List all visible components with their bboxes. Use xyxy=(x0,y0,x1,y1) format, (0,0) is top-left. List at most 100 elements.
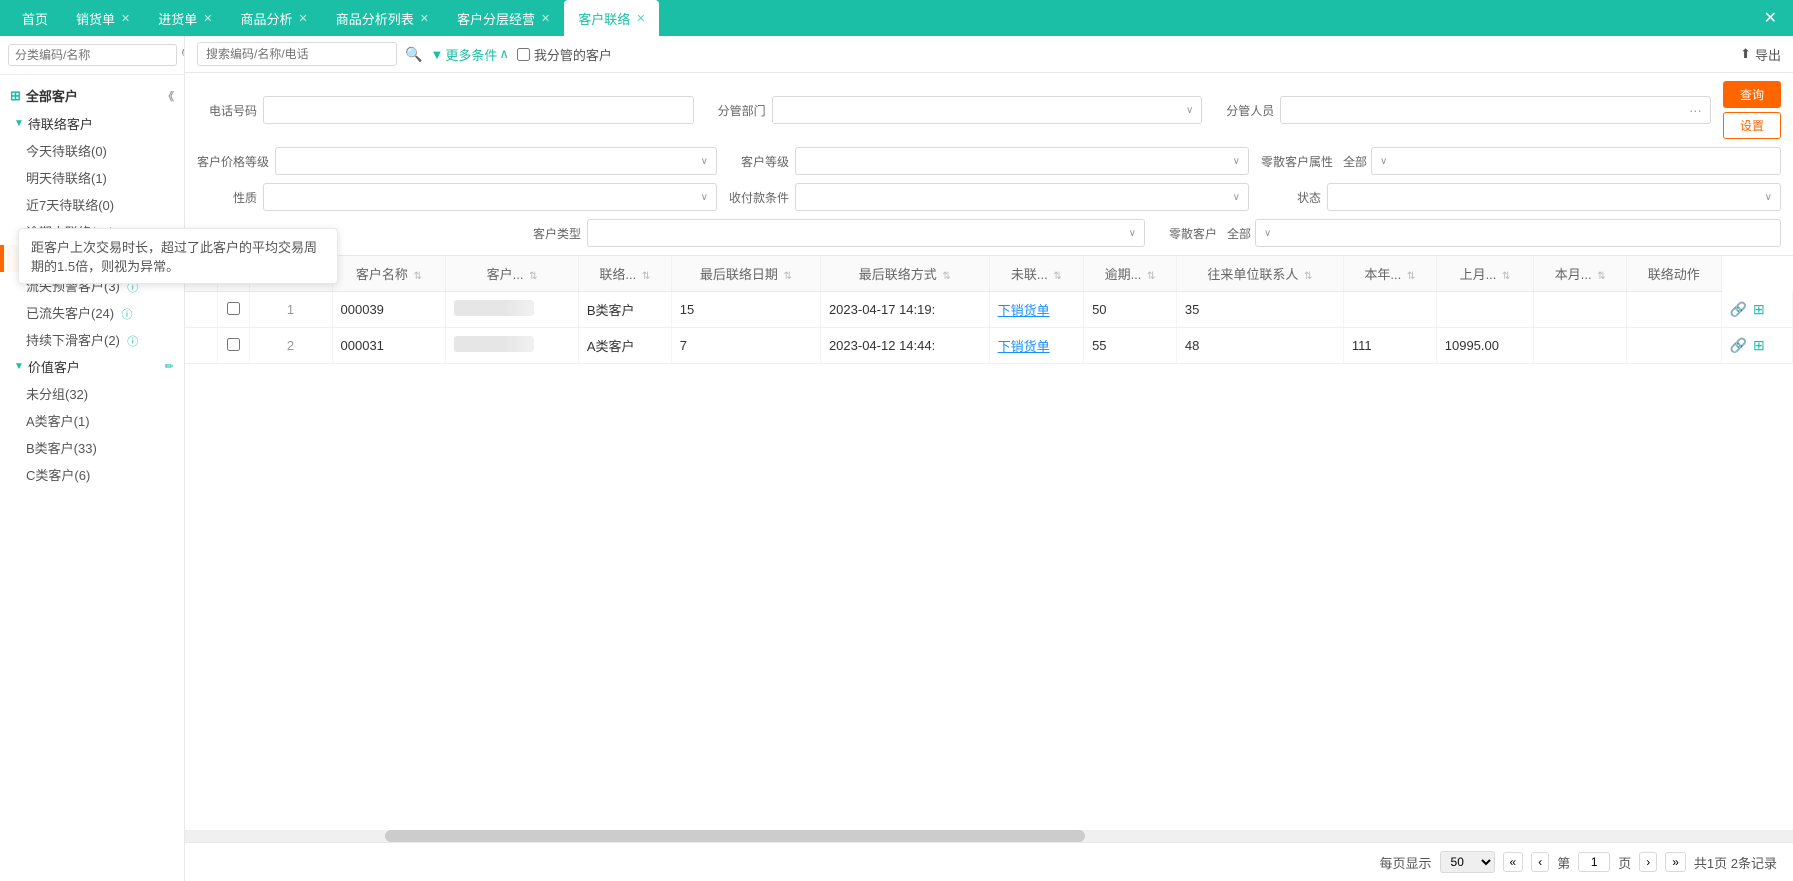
sort-icon-unlinked[interactable]: ⇅ xyxy=(1053,271,1061,282)
filter-customer-level: 客户等级 ∨ xyxy=(729,147,1249,175)
col-unlinked: 未联... ⇅ xyxy=(989,256,1083,292)
my-customers-checkbox-label[interactable]: 我分管的客户 xyxy=(517,45,612,64)
sidebar-item-declining[interactable]: 持续下滑客户(2) ⓘ xyxy=(0,326,184,353)
row1-last-method: 下销货单 xyxy=(989,292,1083,328)
sidebar-search-button[interactable]: 🔍 xyxy=(177,47,185,63)
filter-payment-select[interactable]: ∨ xyxy=(795,183,1249,211)
row1-name xyxy=(446,292,579,328)
nav-label-home: 首页 xyxy=(22,9,48,28)
sidebar-search-input[interactable] xyxy=(8,44,177,66)
filter-cuslevel-select[interactable]: ∨ xyxy=(795,147,1249,175)
nav-item-segment[interactable]: 客户分层经营 ✕ xyxy=(443,0,564,36)
prev-page-button[interactable]: ‹ xyxy=(1531,852,1549,872)
row2-year: 10995.00 xyxy=(1436,328,1533,364)
nav-close-contact[interactable]: ✕ xyxy=(636,12,645,25)
sidebar-item-b-class[interactable]: B类客户(33) xyxy=(0,434,184,461)
row1-method-link[interactable]: 下销货单 xyxy=(998,303,1050,318)
filter-price-label: 客户价格等级 xyxy=(197,153,269,170)
nav-close-segment[interactable]: ✕ xyxy=(541,12,550,25)
my-customers-checkbox[interactable] xyxy=(517,48,530,61)
filter-price-select[interactable]: ∨ xyxy=(275,147,717,175)
query-button[interactable]: 查询 xyxy=(1723,81,1781,108)
sidebar-value-section-label: 价值客户 xyxy=(28,357,80,376)
nav-item-sales[interactable]: 销货单 ✕ xyxy=(62,0,144,36)
sort-icon-tmonth[interactable]: ⇅ xyxy=(1597,271,1605,282)
row1-checkbox[interactable] xyxy=(217,292,249,328)
sidebar-section-value[interactable]: ▼ 价值客户 ✏ xyxy=(0,353,184,380)
scrollbar-thumb[interactable] xyxy=(385,830,1085,842)
total-pages-label: 页 xyxy=(1618,853,1631,872)
filter-status-label: 状态 xyxy=(1261,189,1321,206)
nav-item-analysis[interactable]: 商品分析 ✕ xyxy=(226,0,321,36)
filter-retail-cus-value: 全部 xyxy=(1227,225,1251,242)
row2-link-icon[interactable]: 🔗 xyxy=(1730,337,1747,354)
sort-icon-overdue[interactable]: ⇅ xyxy=(1147,271,1155,282)
sidebar-root-label: 全部客户 xyxy=(26,86,78,105)
filter-phone-input[interactable] xyxy=(263,96,694,124)
window-close-icon[interactable]: ✕ xyxy=(1764,8,1777,28)
sort-icon-method[interactable]: ⇅ xyxy=(942,271,950,282)
main-search-input[interactable] xyxy=(197,42,397,66)
nav-item-home[interactable]: 首页 xyxy=(8,0,62,36)
sidebar-item-today[interactable]: 今天待联络(0) xyxy=(0,137,184,164)
sidebar-item-c-class[interactable]: C类客户(6) xyxy=(0,461,184,488)
row1-link-icon[interactable]: 🔗 xyxy=(1730,301,1747,318)
row2-check[interactable] xyxy=(227,338,240,351)
sort-icon-year[interactable]: ⇅ xyxy=(1407,271,1415,282)
settings-button[interactable]: 设置 xyxy=(1723,112,1781,139)
row2-method-link[interactable]: 下销货单 xyxy=(998,339,1050,354)
row1-tmonth xyxy=(1627,292,1721,328)
row2-checkbox[interactable] xyxy=(217,328,249,364)
filter-retail-cus-select[interactable]: ∨ xyxy=(1255,219,1781,247)
sidebar-item-churned[interactable]: 已流失客户(24) ⓘ xyxy=(0,299,184,326)
sidebar-root-all-customers[interactable]: ⊞ 全部客户 《 xyxy=(0,81,184,110)
first-page-button[interactable]: « xyxy=(1503,852,1524,872)
filter-phone-label: 电话号码 xyxy=(197,102,257,119)
filter-dept-select[interactable]: ∨ xyxy=(772,96,1203,124)
nav-item-analysis-list[interactable]: 商品分析列表 ✕ xyxy=(322,0,443,36)
row2-last-method: 下销货单 xyxy=(989,328,1083,364)
export-button[interactable]: ⬆ 导出 xyxy=(1740,45,1781,64)
row1-check[interactable] xyxy=(227,302,240,315)
col-contact-count: 联络... ⇅ xyxy=(578,256,671,292)
nav-close-purchase[interactable]: ✕ xyxy=(203,12,212,25)
filter-mgr-select[interactable]: ··· xyxy=(1280,96,1711,124)
main-search-button[interactable]: 🔍 xyxy=(405,46,422,63)
nav-close-sales[interactable]: ✕ xyxy=(121,12,130,25)
horizontal-scrollbar[interactable] xyxy=(185,830,1793,842)
filter-gender-select[interactable]: ∨ xyxy=(263,183,717,211)
filter-custype-select[interactable]: ∨ xyxy=(587,219,1145,247)
filter-payment: 收付款条件 ∨ xyxy=(729,183,1249,211)
more-conditions-button[interactable]: ▼ 更多条件 ∧ xyxy=(430,45,508,64)
chevron-dept-icon: ∨ xyxy=(1186,105,1193,116)
sidebar-item-a-class[interactable]: A类客户(1) xyxy=(0,407,184,434)
nav-close-analysis[interactable]: ✕ xyxy=(299,12,308,25)
last-page-button[interactable]: » xyxy=(1665,852,1686,872)
next-page-button[interactable]: › xyxy=(1639,852,1657,872)
filter-retail-attr-select[interactable]: ∨ xyxy=(1371,147,1781,175)
row2-overdue: 48 xyxy=(1176,328,1343,364)
page-number-input[interactable] xyxy=(1578,852,1610,872)
sidebar-section-pending[interactable]: ▼ 待联络客户 xyxy=(0,110,184,137)
sort-icon-lmonth[interactable]: ⇅ xyxy=(1502,271,1510,282)
sort-icon-date[interactable]: ⇅ xyxy=(783,271,791,282)
sidebar-item-7days[interactable]: 近7天待联络(0) xyxy=(0,191,184,218)
sort-icon-person[interactable]: ⇅ xyxy=(1304,271,1312,282)
sidebar-collapse-icon[interactable]: 《 xyxy=(163,88,174,104)
page-size-select[interactable]: 50 100 200 xyxy=(1440,851,1495,873)
row2-grid-icon[interactable]: ⊞ xyxy=(1753,337,1765,354)
sort-icon-name[interactable]: ⇅ xyxy=(413,271,421,282)
col-last-month: 上月... ⇅ xyxy=(1436,256,1533,292)
sidebar-item-ungrouped[interactable]: 未分组(32) xyxy=(0,380,184,407)
nav-close-analysis-list[interactable]: ✕ xyxy=(420,12,429,25)
advanced-filter: 电话号码 分管部门 ∨ 分管人员 ··· 查询 xyxy=(185,73,1793,256)
sidebar-item-tomorrow[interactable]: 明天待联络(1) xyxy=(0,164,184,191)
nav-item-purchase[interactable]: 进货单 ✕ xyxy=(144,0,226,36)
nav-item-contact[interactable]: 客户联络 ✕ xyxy=(564,0,659,36)
sort-icon-type[interactable]: ⇅ xyxy=(529,271,537,282)
sort-icon-contact[interactable]: ⇅ xyxy=(642,271,650,282)
row1-grid-icon[interactable]: ⊞ xyxy=(1753,301,1765,318)
edit-icon[interactable]: ✏ xyxy=(165,360,174,373)
row2-last-date: 2023-04-12 14:44: xyxy=(820,328,989,364)
filter-status-select[interactable]: ∨ xyxy=(1327,183,1781,211)
